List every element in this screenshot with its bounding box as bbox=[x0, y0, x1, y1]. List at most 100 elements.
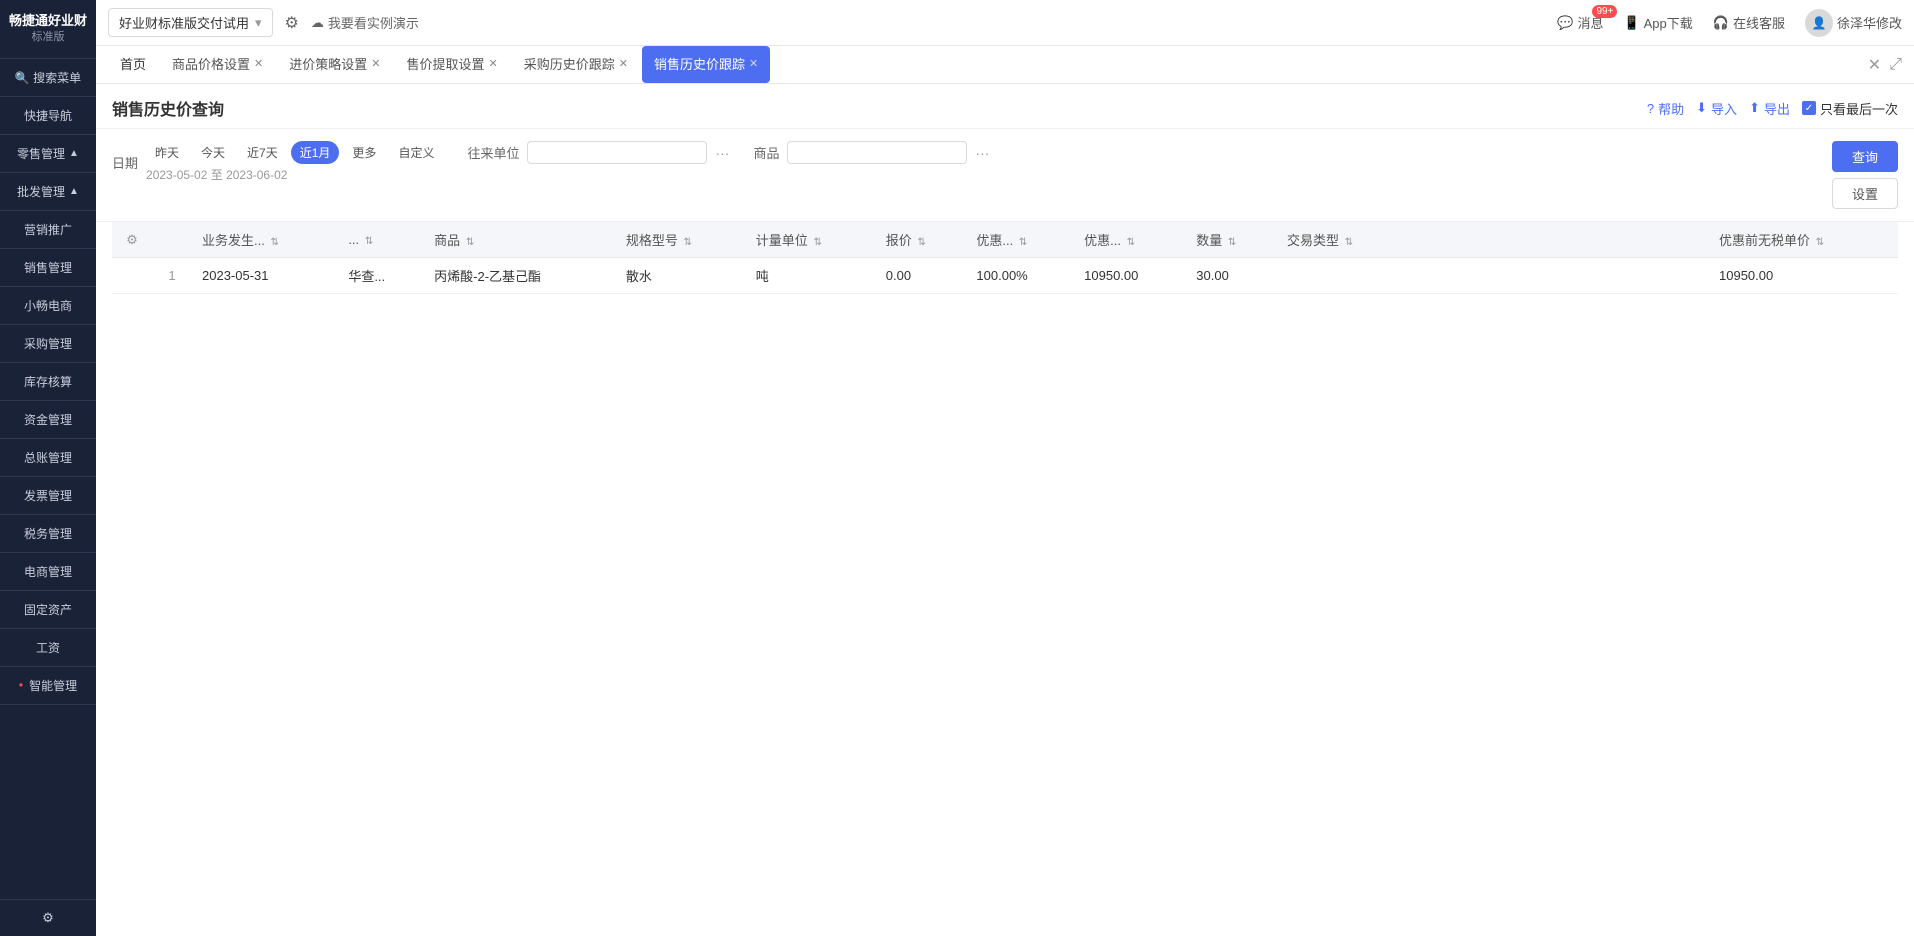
help-button[interactable]: ? 帮助 bbox=[1647, 99, 1684, 118]
demo-link[interactable]: ☁ 我要看实例演示 bbox=[311, 13, 419, 32]
date-7days[interactable]: 近7天 bbox=[238, 141, 287, 164]
close-tab-purchase-strategy[interactable]: ✕ bbox=[371, 57, 380, 70]
avatar-icon: 👤 bbox=[1812, 16, 1827, 30]
col-pre-tax-price[interactable]: 优惠前无税单价 ⇅ bbox=[1709, 222, 1898, 258]
date-1month[interactable]: 近1月 bbox=[291, 141, 340, 164]
sidebar-item-purchase[interactable]: 采购管理 bbox=[0, 325, 96, 363]
sidebar-item-wholesale[interactable]: 批发管理 ▲ bbox=[0, 173, 96, 211]
close-tab-sale-history[interactable]: ✕ bbox=[749, 57, 758, 70]
retail-label: 零售管理 bbox=[17, 145, 65, 162]
date-custom[interactable]: 自定义 bbox=[389, 141, 443, 164]
product-input[interactable] bbox=[787, 141, 967, 164]
sidebar-item-xiaochang[interactable]: 小畅电商 bbox=[0, 287, 96, 325]
row-discount1: 100.00% bbox=[966, 258, 1074, 294]
col-business-date[interactable]: 业务发生... ⇅ bbox=[192, 222, 338, 258]
sidebar-item-sales[interactable]: 销售管理 bbox=[0, 249, 96, 287]
settings-button[interactable]: 设置 bbox=[1832, 178, 1898, 209]
gear-button[interactable]: ⚙ bbox=[285, 13, 299, 33]
sidebar-item-retail[interactable]: 零售管理 ▲ bbox=[0, 135, 96, 173]
from-unit-more-icon[interactable]: ··· bbox=[715, 145, 729, 161]
only-last-checkbox[interactable]: ✓ 只看最后一次 bbox=[1802, 99, 1898, 118]
col-discount2[interactable]: 优惠... ⇅ bbox=[1074, 222, 1186, 258]
sidebar-item-accounting[interactable]: 总账管理 bbox=[0, 439, 96, 477]
sidebar-item-finance[interactable]: 资金管理 bbox=[0, 401, 96, 439]
col-spec[interactable]: 规格型号 ⇅ bbox=[616, 222, 746, 258]
tab-product-price[interactable]: 商品价格设置 ✕ bbox=[160, 46, 275, 83]
col-discount1[interactable]: 优惠... ⇅ bbox=[966, 222, 1074, 258]
sidebar-item-tax[interactable]: 税务管理 bbox=[0, 515, 96, 553]
date-yesterday[interactable]: 昨天 bbox=[146, 141, 188, 164]
mobile-icon: 📱 bbox=[1623, 15, 1639, 31]
version-label: 好业财标准版交付试用 bbox=[119, 13, 249, 32]
topbar: 好业财标准版交付试用 ▾ ⚙ ☁ 我要看实例演示 💬 消息 99+ 📱 App下… bbox=[96, 0, 1914, 46]
wholesale-arrow: ▲ bbox=[69, 186, 79, 197]
import-button[interactable]: ⬇ 导入 bbox=[1696, 99, 1737, 118]
date-more[interactable]: 更多 bbox=[343, 141, 385, 164]
close-tab-product-price[interactable]: ✕ bbox=[254, 57, 263, 70]
tab-home[interactable]: 首页 bbox=[108, 46, 158, 83]
col-spacer bbox=[1407, 222, 1709, 258]
app-logo[interactable]: 畅捷通好业财 标准版 bbox=[0, 0, 96, 59]
only-last-label: 只看最后一次 bbox=[1820, 99, 1898, 118]
date-today[interactable]: 今天 bbox=[192, 141, 234, 164]
row-spacer bbox=[1407, 258, 1709, 294]
tab-purchase-history[interactable]: 采购历史价跟踪 ✕ bbox=[512, 46, 640, 83]
app-download-button[interactable]: 📱 App下载 bbox=[1623, 13, 1692, 32]
user-menu[interactable]: 👤 徐泽华修改 bbox=[1805, 9, 1902, 37]
sidebar-item-inventory[interactable]: 库存核算 bbox=[0, 363, 96, 401]
tab-sale-history[interactable]: 销售历史价跟踪 ✕ bbox=[642, 46, 770, 83]
from-unit-input[interactable] bbox=[527, 141, 707, 164]
col-trade-type[interactable]: 交易类型 ⇅ bbox=[1277, 222, 1407, 258]
online-service-button[interactable]: 🎧 在线客服 bbox=[1713, 13, 1785, 32]
sidebar: 畅捷通好业财 标准版 🔍 搜索菜单 快捷导航 零售管理 ▲ 批发管理 ▲ 营销推… bbox=[0, 0, 96, 936]
purchase-label: 采购管理 bbox=[24, 335, 72, 352]
close-tab-purchase-history[interactable]: ✕ bbox=[619, 57, 628, 70]
product-more-icon[interactable]: ··· bbox=[975, 145, 989, 161]
row-gear bbox=[112, 258, 152, 294]
sidebar-item-smart[interactable]: 智能管理 bbox=[0, 667, 96, 705]
date-filter-options: 昨天 今天 近7天 近1月 更多 自定义 2023-05-02 至 2023-0… bbox=[146, 141, 443, 183]
product-filter-group: 商品 ··· bbox=[753, 141, 989, 164]
smart-label: 智能管理 bbox=[29, 677, 77, 694]
sidebar-quick-nav[interactable]: 快捷导航 bbox=[0, 97, 96, 135]
sort-icon-spec: ⇅ bbox=[683, 237, 691, 248]
table-header-row: ⚙ 业务发生... ⇅ ... ⇅ 商品 ⇅ bbox=[112, 222, 1898, 258]
maximize-window-button[interactable]: ⤢ bbox=[1889, 56, 1902, 74]
sidebar-item-ecommerce[interactable]: 电商管理 bbox=[0, 553, 96, 591]
message-button[interactable]: 💬 消息 99+ bbox=[1557, 13, 1603, 32]
date-range-display: 2023-05-02 至 2023-06-02 bbox=[146, 166, 443, 183]
version-select[interactable]: 好业财标准版交付试用 ▾ bbox=[108, 8, 273, 37]
data-table: ⚙ 业务发生... ⇅ ... ⇅ 商品 ⇅ bbox=[112, 222, 1898, 294]
col-gear[interactable]: ⚙ bbox=[112, 222, 152, 258]
avatar: 👤 bbox=[1805, 9, 1833, 37]
cloud-icon: ☁ bbox=[311, 15, 324, 31]
purchase-history-label: 采购历史价跟踪 bbox=[524, 54, 615, 73]
sort-icon-more: ⇅ bbox=[365, 236, 373, 247]
col-product[interactable]: 商品 ⇅ bbox=[424, 222, 616, 258]
ecommerce-label: 电商管理 bbox=[24, 563, 72, 580]
sidebar-item-invoice[interactable]: 发票管理 bbox=[0, 477, 96, 515]
sidebar-item-assets[interactable]: 固定资产 bbox=[0, 591, 96, 629]
tabs-bar: 首页 商品价格设置 ✕ 进价策略设置 ✕ 售价提取设置 ✕ 采购历史价跟踪 ✕ … bbox=[96, 46, 1914, 84]
date-filter-group: 日期 昨天 今天 近7天 近1月 更多 自定义 2023-05-02 至 202… bbox=[112, 141, 443, 183]
export-button[interactable]: ⬆ 导出 bbox=[1749, 99, 1790, 118]
app-name: 畅捷通好业财 bbox=[8, 12, 88, 30]
tab-sale-extract[interactable]: 售价提取设置 ✕ bbox=[394, 46, 509, 83]
sidebar-settings[interactable]: ⚙ bbox=[0, 899, 96, 936]
inventory-label: 库存核算 bbox=[24, 373, 72, 390]
search-icon: 🔍 bbox=[15, 71, 30, 85]
date-filter-label: 日期 bbox=[112, 153, 138, 172]
query-button[interactable]: 查询 bbox=[1832, 141, 1898, 172]
import-icon: ⬇ bbox=[1696, 100, 1707, 116]
user-name: 徐泽华修改 bbox=[1837, 13, 1902, 32]
sidebar-item-payroll[interactable]: 工资 bbox=[0, 629, 96, 667]
col-price[interactable]: 报价 ⇅ bbox=[876, 222, 967, 258]
col-more[interactable]: ... ⇅ bbox=[338, 222, 424, 258]
col-unit[interactable]: 计量单位 ⇅ bbox=[746, 222, 876, 258]
close-window-button[interactable]: ✕ bbox=[1868, 55, 1881, 75]
close-tab-sale-extract[interactable]: ✕ bbox=[489, 57, 498, 70]
col-quantity[interactable]: 数量 ⇅ bbox=[1186, 222, 1277, 258]
tab-purchase-strategy[interactable]: 进价策略设置 ✕ bbox=[277, 46, 392, 83]
sidebar-search[interactable]: 🔍 搜索菜单 bbox=[0, 59, 96, 97]
sidebar-item-marketing[interactable]: 营销推广 bbox=[0, 211, 96, 249]
